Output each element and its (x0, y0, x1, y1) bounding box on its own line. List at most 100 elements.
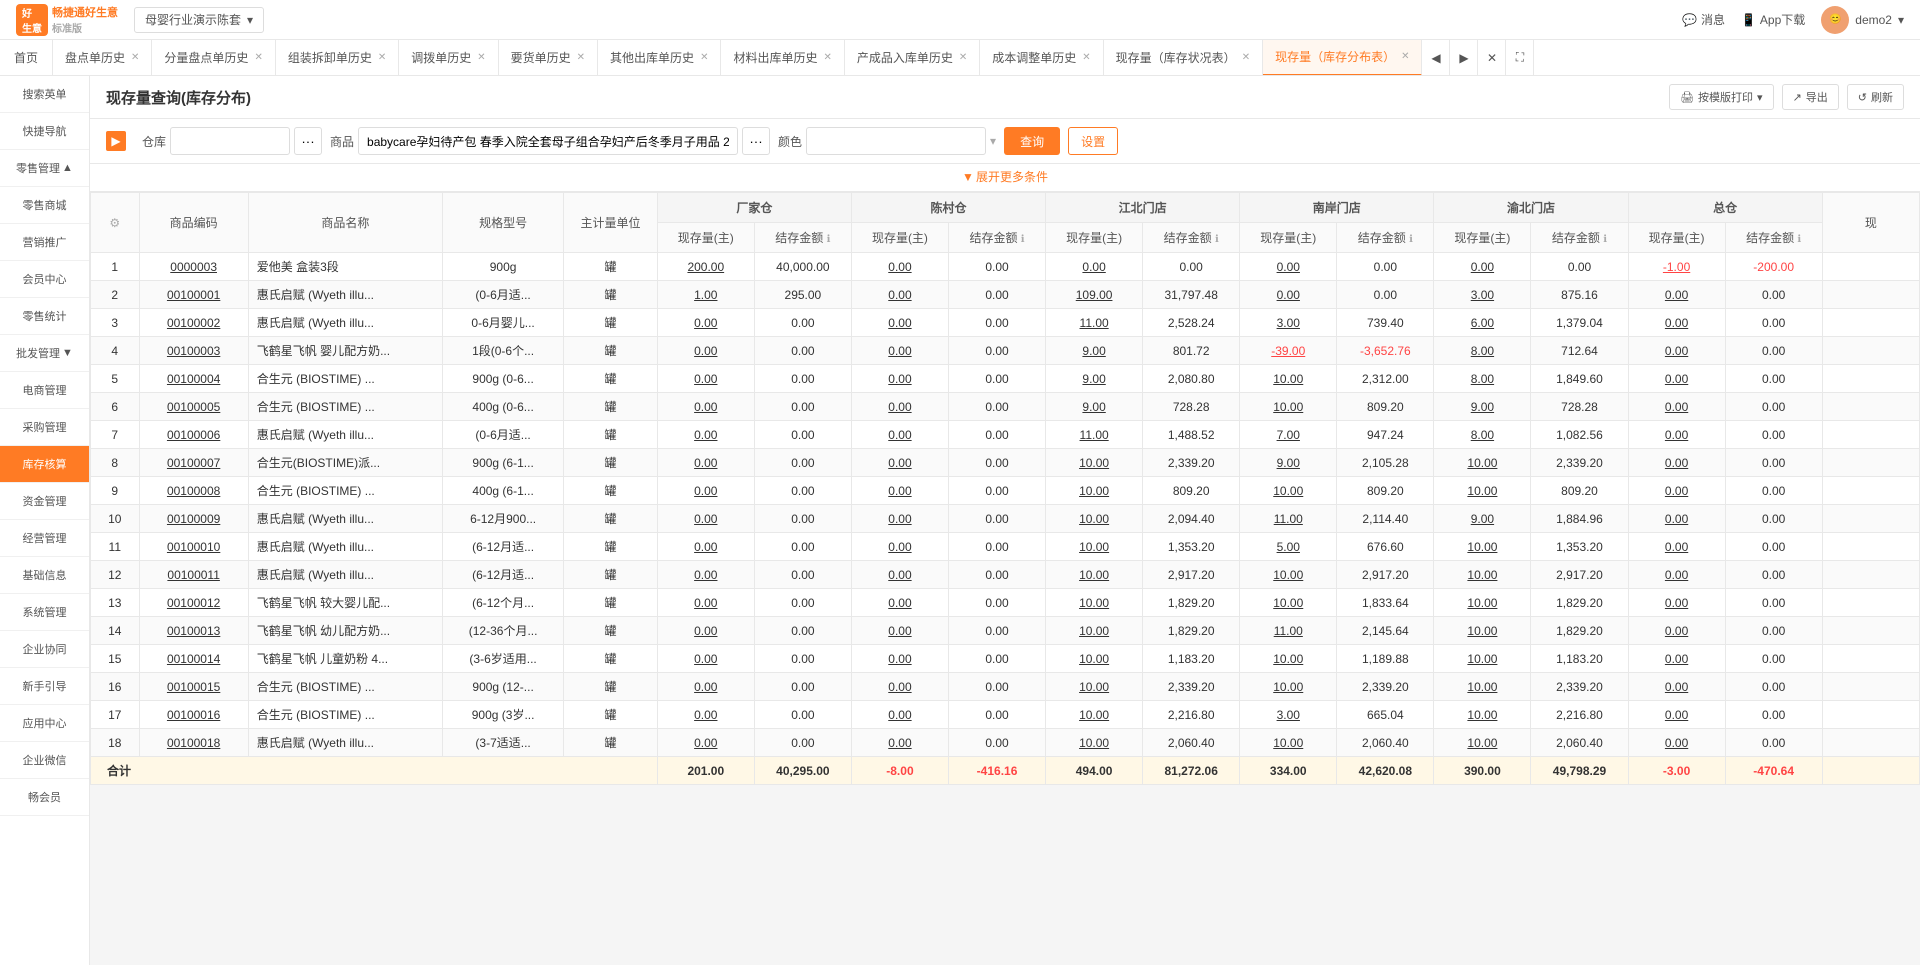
sidebar-item-inventory[interactable]: 库存核算 (0, 446, 89, 483)
cell-factory-qty[interactable]: 0.00 (657, 365, 754, 393)
cell-total-qty[interactable]: 0.00 (1628, 617, 1725, 645)
cell-code[interactable]: 00100002 (139, 309, 248, 337)
cell-yubei-qty[interactable]: 10.00 (1434, 449, 1531, 477)
tab-assemble[interactable]: 组装拆卸单历史 ✕ (276, 40, 399, 76)
cell-total-qty[interactable]: 0.00 (1628, 701, 1725, 729)
export-btn[interactable]: ↗ 导出 (1782, 84, 1839, 110)
cell-factory-qty[interactable]: 0.00 (657, 309, 754, 337)
cell-total-qty[interactable]: 0.00 (1628, 337, 1725, 365)
cell-cheng-qty[interactable]: 0.00 (851, 309, 948, 337)
cell-total-qty[interactable]: 0.00 (1628, 421, 1725, 449)
tab-close-assemble[interactable]: ✕ (378, 52, 386, 63)
cell-code[interactable]: 0000003 (139, 253, 248, 281)
cell-total-qty[interactable]: 0.00 (1628, 393, 1725, 421)
cell-cheng-qty[interactable]: 0.00 (851, 561, 948, 589)
cell-cheng-qty[interactable]: 0.00 (851, 449, 948, 477)
cell-nanan-qty[interactable]: 5.00 (1240, 533, 1337, 561)
cell-code[interactable]: 00100005 (139, 393, 248, 421)
user-profile[interactable]: 😊 demo2 ▾ (1821, 6, 1904, 34)
cell-cheng-qty[interactable]: 0.00 (851, 617, 948, 645)
sidebar-item-basic[interactable]: 基础信息 (0, 557, 89, 594)
cell-cheng-qty[interactable]: 0.00 (851, 421, 948, 449)
cell-nanan-qty[interactable]: 10.00 (1240, 589, 1337, 617)
cell-cheng-qty[interactable]: 0.00 (851, 477, 948, 505)
cell-factory-qty[interactable]: 0.00 (657, 505, 754, 533)
tab-close-transfer[interactable]: ✕ (477, 52, 485, 63)
cell-factory-qty[interactable]: 1.00 (657, 281, 754, 309)
cell-nanan-qty[interactable]: 10.00 (1240, 561, 1337, 589)
cell-nanan-qty[interactable]: 10.00 (1240, 729, 1337, 757)
cell-jiangbei-qty[interactable]: 10.00 (1046, 617, 1143, 645)
cell-total-qty[interactable]: 0.00 (1628, 309, 1725, 337)
sidebar-item-finance[interactable]: 资金管理 (0, 483, 89, 520)
info-icon[interactable]: ℹ (1603, 234, 1607, 245)
cell-code[interactable]: 00100003 (139, 337, 248, 365)
cell-total-qty[interactable]: 0.00 (1628, 281, 1725, 309)
sidebar-item-ecommerce[interactable]: 电商管理 (0, 372, 89, 409)
expand-more-btn[interactable]: ▼ 展开更多条件 (962, 168, 1048, 185)
sidebar-item-retail[interactable]: 零售管理 ▲ (0, 150, 89, 187)
cell-jiangbei-qty[interactable]: 10.00 (1046, 673, 1143, 701)
tab-fullscreen-btn[interactable]: ⛶ (1506, 40, 1534, 76)
cell-nanan-qty[interactable]: 10.00 (1240, 477, 1337, 505)
tab-home[interactable]: 首页 (0, 40, 53, 76)
cell-yubei-qty[interactable]: 8.00 (1434, 337, 1531, 365)
cell-code[interactable]: 00100010 (139, 533, 248, 561)
settings-icon[interactable]: ⚙ (109, 216, 120, 230)
info-icon[interactable]: ℹ (1797, 234, 1801, 245)
tab-stockdist[interactable]: 现存量（库存分布表） ✕ (1263, 40, 1422, 76)
cell-jiangbei-qty[interactable]: 11.00 (1046, 309, 1143, 337)
cell-yubei-qty[interactable]: 10.00 (1434, 701, 1531, 729)
cell-code[interactable]: 00100009 (139, 505, 248, 533)
tab-close-splitcount[interactable]: ✕ (254, 52, 262, 63)
cell-jiangbei-qty[interactable]: 10.00 (1046, 701, 1143, 729)
cell-yubei-qty[interactable]: 8.00 (1434, 365, 1531, 393)
cell-yubei-qty[interactable]: 10.00 (1434, 561, 1531, 589)
cell-factory-qty[interactable]: 0.00 (657, 645, 754, 673)
cell-nanan-qty[interactable]: 0.00 (1240, 253, 1337, 281)
tab-materialout[interactable]: 材料出库单历史 ✕ (721, 40, 844, 76)
cell-cheng-qty[interactable]: 0.00 (851, 337, 948, 365)
cell-jiangbei-qty[interactable]: 10.00 (1046, 589, 1143, 617)
cell-nanan-qty[interactable]: 10.00 (1240, 673, 1337, 701)
cell-nanan-qty[interactable]: 11.00 (1240, 617, 1337, 645)
tab-close-stockdist[interactable]: ✕ (1401, 51, 1409, 62)
table-container[interactable]: ⚙ 商品编码 商品名称 规格型号 主计量单位 厂家仓 陈村仓 江北门店 南岸门店… (90, 192, 1920, 965)
sidebar-item-purchase[interactable]: 采购管理 (0, 409, 89, 446)
cell-factory-qty[interactable]: 0.00 (657, 561, 754, 589)
cell-cheng-qty[interactable]: 0.00 (851, 533, 948, 561)
cell-code[interactable]: 00100001 (139, 281, 248, 309)
cell-jiangbei-qty[interactable]: 11.00 (1046, 421, 1143, 449)
cell-factory-qty[interactable]: 0.00 (657, 701, 754, 729)
cell-jiangbei-qty[interactable]: 10.00 (1046, 477, 1143, 505)
sidebar-item-corpwx[interactable]: 企业微信 (0, 742, 89, 779)
cell-yubei-qty[interactable]: 9.00 (1434, 505, 1531, 533)
cell-nanan-qty[interactable]: 10.00 (1240, 645, 1337, 673)
tab-close-costadjust[interactable]: ✕ (1082, 52, 1090, 63)
tab-productin[interactable]: 产成品入库单历史 ✕ (845, 40, 980, 76)
tab-close-order[interactable]: ✕ (577, 52, 585, 63)
cell-factory-qty[interactable]: 200.00 (657, 253, 754, 281)
settings-btn[interactable]: 设置 (1068, 127, 1118, 155)
cell-jiangbei-qty[interactable]: 10.00 (1046, 645, 1143, 673)
cell-nanan-qty[interactable]: 0.00 (1240, 281, 1337, 309)
cell-yubei-qty[interactable]: 3.00 (1434, 281, 1531, 309)
cell-nanan-qty[interactable]: 3.00 (1240, 309, 1337, 337)
cell-cheng-qty[interactable]: 0.00 (851, 645, 948, 673)
cell-code[interactable]: 00100011 (139, 561, 248, 589)
cell-total-qty[interactable]: 0.00 (1628, 505, 1725, 533)
cell-nanan-qty[interactable]: 10.00 (1240, 393, 1337, 421)
cell-jiangbei-qty[interactable]: 9.00 (1046, 393, 1143, 421)
cell-code[interactable]: 00100014 (139, 645, 248, 673)
cell-yubei-qty[interactable]: 10.00 (1434, 617, 1531, 645)
tab-prev-btn[interactable]: ◀ (1422, 40, 1450, 76)
col-header-settings[interactable]: ⚙ (91, 193, 140, 253)
cell-jiangbei-qty[interactable]: 109.00 (1046, 281, 1143, 309)
cell-cheng-qty[interactable]: 0.00 (851, 505, 948, 533)
cell-code[interactable]: 00100008 (139, 477, 248, 505)
sidebar-item-member[interactable]: 会员中心 (0, 261, 89, 298)
cell-factory-qty[interactable]: 0.00 (657, 421, 754, 449)
cell-factory-qty[interactable]: 0.00 (657, 617, 754, 645)
print-btn[interactable]: 🖨 按模版打印 ▾ (1669, 84, 1774, 110)
cell-factory-qty[interactable]: 0.00 (657, 533, 754, 561)
